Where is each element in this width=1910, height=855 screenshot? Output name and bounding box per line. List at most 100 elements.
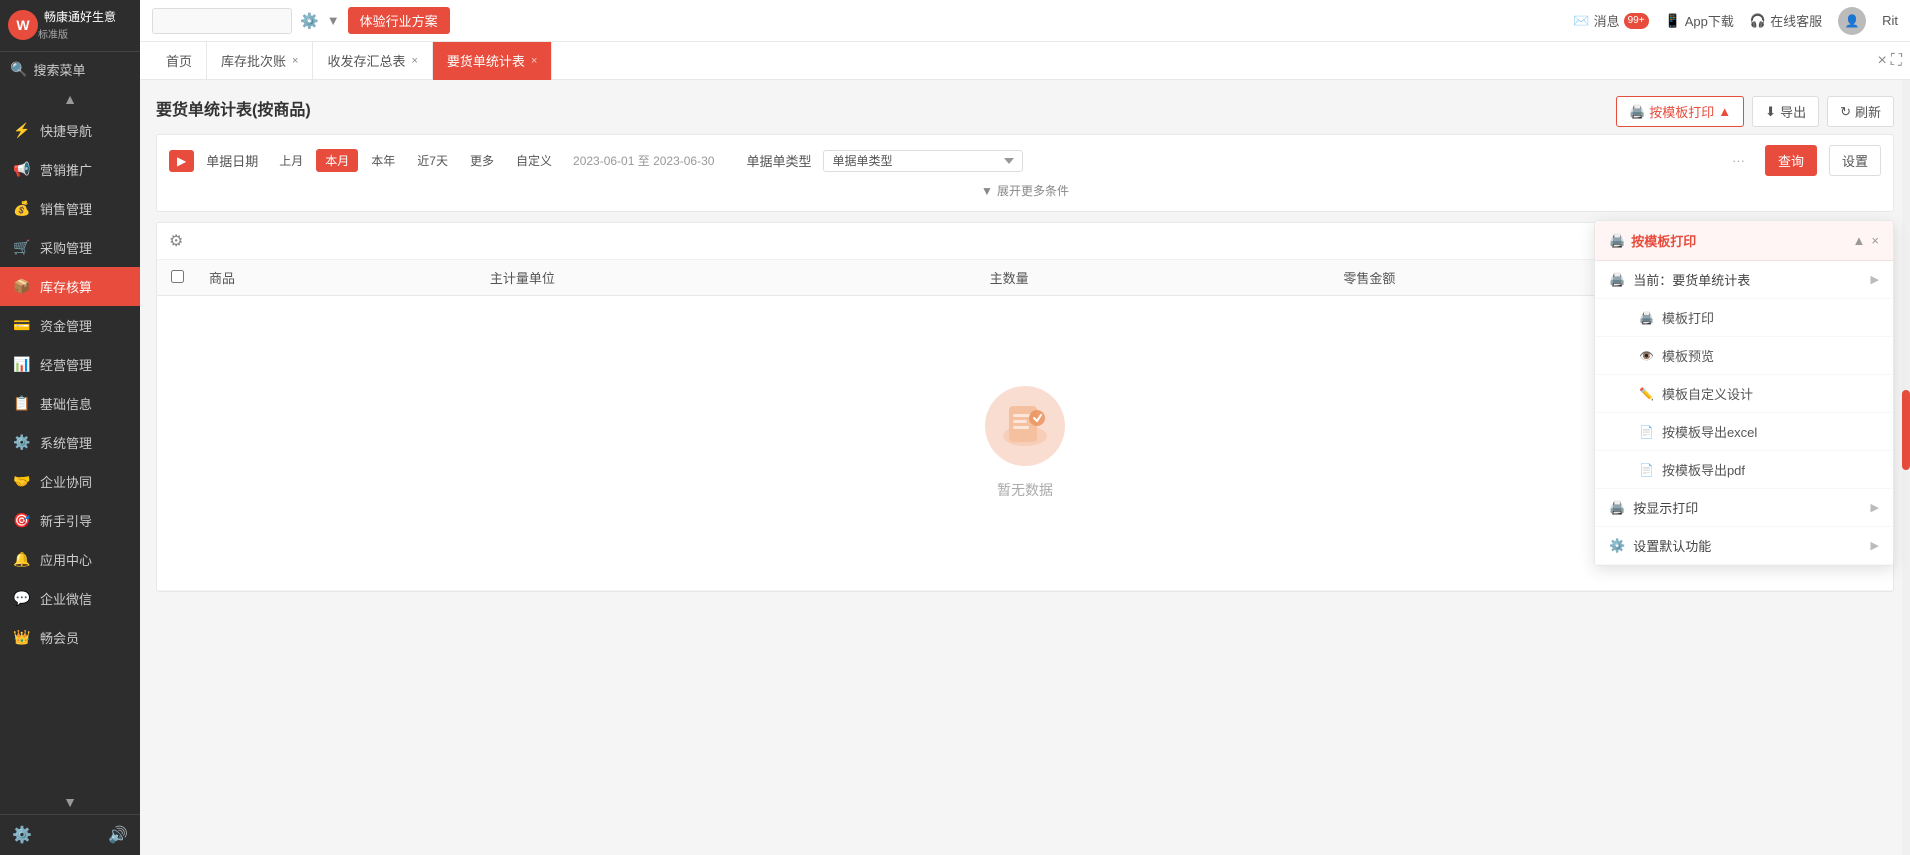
topbar-chevron-icon[interactable]: ▼ [327,13,340,28]
dropdown-item-label: 模板打印 [1662,308,1714,327]
user-name: Rit [1882,13,1898,28]
message-item[interactable]: ✉️ 消息 99+ [1573,11,1648,30]
tab-summary[interactable]: 收发存汇总表 × [313,42,432,80]
search-icon: 🔍 [10,61,27,78]
query-button[interactable]: 查询 [1765,145,1817,176]
select-all-checkbox[interactable] [171,270,184,283]
dropdown-item-export-excel[interactable]: 📄 按模板导出excel [1595,413,1893,451]
user-avatar[interactable]: 👤 [1838,7,1866,35]
print-chevron-icon: ▲ [1718,104,1731,119]
date-btn-this-year[interactable]: 本年 [362,149,404,172]
filter-expand-icon[interactable]: ▶ [169,150,194,172]
sidebar-item-label: 系统管理 [40,433,92,452]
settings-footer-icon[interactable]: ⚙️ [12,825,32,845]
industry-solution-button[interactable]: 体验行业方案 [348,7,450,34]
date-btn-7days[interactable]: 近7天 [408,149,457,172]
tab-order-stats[interactable]: 要货单统计表 × [433,42,552,80]
sidebar-item-guide[interactable]: 🎯 新手引导 [0,501,140,540]
app-download-item[interactable]: 📱 App下载 [1665,11,1734,30]
sidebar-item-wechat[interactable]: 💬 企业微信 [0,579,140,618]
export-pdf-icon: 📄 [1639,463,1654,477]
topbar-search-input[interactable] [152,8,292,34]
dropdown-display-print-label: 按显示打印 [1633,498,1698,517]
sidebar-item-basic[interactable]: 📋 基础信息 [0,384,140,423]
tab-home[interactable]: 首页 [152,42,207,80]
print-template-label: 按模板打印 [1649,102,1714,121]
template-preview-icon: 👁️ [1639,349,1654,363]
type-select[interactable]: 单据单类型 [823,150,1023,172]
sidebar-item-purchase[interactable]: 🛒 采购管理 [0,228,140,267]
dropdown-item-export-pdf[interactable]: 📄 按模板导出pdf [1595,451,1893,489]
dropdown-close-icon[interactable]: × [1871,233,1879,248]
print-template-button[interactable]: 🖨️ 按模板打印 ▲ [1616,96,1744,127]
app-download-icon: 📱 [1665,13,1681,29]
sidebar-item-system[interactable]: ⚙️ 系统管理 [0,423,140,462]
search-menu-item[interactable]: 🔍 搜索菜单 [0,52,140,87]
app-logo-icon: W [8,10,38,40]
sidebar-item-finance[interactable]: 💳 资金管理 [0,306,140,345]
tab-inventory-batch-label: 库存批次账 [221,51,286,70]
dropdown-item-template-print[interactable]: 🖨️ 模板打印 [1595,299,1893,337]
dropdown-current-label: 当前：要货单统计表 [1633,270,1750,289]
tabbar-expand-button[interactable]: ⛶ [1891,52,1902,70]
sidebar-item-quick-nav[interactable]: ⚡ 快捷导航 [0,111,140,150]
sidebar-item-label: 基础信息 [40,394,92,413]
scroll-down-button[interactable]: ▼ [0,790,140,814]
online-service-item[interactable]: 🎧 在线客服 [1750,11,1822,30]
sidebar-item-appstore[interactable]: 🔔 应用中心 [0,540,140,579]
more-options-icon[interactable]: ··· [1732,153,1745,168]
expand-more-conditions[interactable]: ▼ 展开更多条件 [169,176,1881,201]
expand-label: 展开更多条件 [997,182,1069,199]
dropdown-item-template-design[interactable]: ✏️ 模板自定义设计 [1595,375,1893,413]
sound-icon[interactable]: 🔊 [108,825,128,845]
print-dropdown-popup: 🖨️ 按模板打印 ▲ × 🖨️ 当前：要货单统计表 ▶ 🖨️ 模板打印 [1594,220,1894,566]
inventory-icon: 📦 [12,278,32,295]
dropdown-item-template-preview[interactable]: 👁️ 模板预览 [1595,337,1893,375]
tabbar-close-button[interactable]: × [1877,52,1886,70]
table-settings-icon[interactable]: ⚙ [169,231,183,251]
sidebar-item-marketing[interactable]: 📢 营销推广 [0,150,140,189]
filter-bar: ▶ 单据日期 上月 本月 本年 近7天 更多 自定义 2023-06-01 至 … [156,134,1894,212]
date-btn-last-month[interactable]: 上月 [270,149,312,172]
sidebar-item-inventory[interactable]: 📦 库存核算 [0,267,140,306]
scrollbar-thumb[interactable] [1902,390,1910,470]
display-print-arrow: ▶ [1871,501,1879,514]
tab-inventory-batch-close[interactable]: × [292,55,298,67]
tab-summary-close[interactable]: × [411,55,417,67]
sidebar-item-member[interactable]: 👑 畅会员 [0,618,140,657]
export-label: 导出 [1780,102,1806,121]
topbar-left: ⚙️ ▼ 体验行业方案 [152,7,450,34]
refresh-label: 刷新 [1855,102,1881,121]
dropdown-current-item[interactable]: 🖨️ 当前：要货单统计表 ▶ [1595,261,1893,299]
tab-order-stats-label: 要货单统计表 [447,51,525,70]
topbar-gear-icon[interactable]: ⚙️ [300,12,319,30]
export-button[interactable]: ⬇ 导出 [1752,96,1819,127]
col-checkbox[interactable] [157,260,197,296]
date-btn-custom[interactable]: 自定义 [507,149,561,172]
refresh-button[interactable]: ↻ 刷新 [1827,96,1894,127]
sidebar-item-cooperation[interactable]: 🤝 企业协同 [0,462,140,501]
scroll-up-button[interactable]: ▲ [0,87,140,111]
basic-icon: 📋 [12,395,32,412]
sidebar-nav: ⚡ 快捷导航 📢 营销推广 💰 销售管理 🛒 采购管理 📦 库存核算 💳 资金管… [0,111,140,790]
sidebar-item-operation[interactable]: 📊 经营管理 [0,345,140,384]
template-design-icon: ✏️ [1639,387,1654,401]
date-btn-more[interactable]: 更多 [461,149,503,172]
dropdown-item-label: 按模板导出excel [1662,422,1757,441]
right-scrollbar[interactable] [1902,80,1910,855]
default-settings-arrow: ▶ [1871,539,1879,552]
dropdown-chevron-up-icon[interactable]: ▲ [1853,233,1866,248]
sidebar-item-label: 快捷导航 [40,121,92,140]
date-btn-this-month[interactable]: 本月 [316,149,358,172]
appstore-icon: 🔔 [12,551,32,568]
dropdown-title-area: 🖨️ 按模板打印 [1609,231,1696,250]
col-unit: 主计量单位 [478,260,978,296]
tab-order-stats-close[interactable]: × [531,55,537,67]
settings-button[interactable]: 设置 [1829,145,1881,176]
topbar: ⚙️ ▼ 体验行业方案 ✉️ 消息 99+ 📱 App下载 🎧 在线客服 👤 R… [140,0,1910,42]
tab-inventory-batch[interactable]: 库存批次账 × [207,42,313,80]
dropdown-item-default-settings[interactable]: ⚙️ 设置默认功能 ▶ [1595,527,1893,565]
dropdown-item-display-print[interactable]: 🖨️ 按显示打印 ▶ [1595,489,1893,527]
tabbar: 首页 库存批次账 × 收发存汇总表 × 要货单统计表 × × ⛶ [140,42,1910,80]
sidebar-item-sales[interactable]: 💰 销售管理 [0,189,140,228]
